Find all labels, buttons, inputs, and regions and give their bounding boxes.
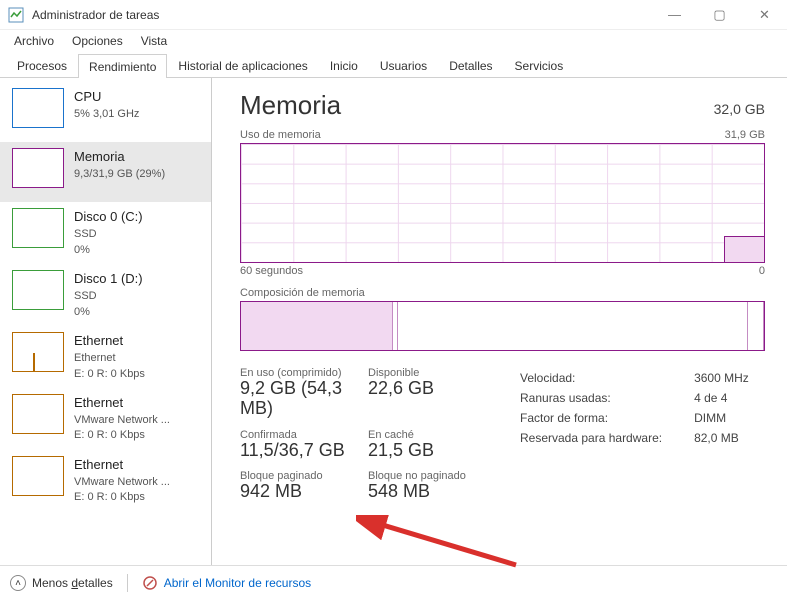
disk-thumb-icon (12, 208, 64, 248)
chart-axis-right: 0 (759, 265, 765, 277)
stat-value: 22,6 GB (368, 379, 478, 399)
resource-monitor-icon (142, 575, 158, 591)
menubar: Archivo Opciones Vista (0, 30, 787, 52)
sidebar-label: Ethernet (74, 394, 170, 412)
tab-historial[interactable]: Historial de aplicaciones (167, 53, 318, 77)
sidebar-item-ethernet2[interactable]: EthernetVMware Network ...E: 0 R: 0 Kbps (0, 450, 211, 512)
disk-thumb-icon (12, 270, 64, 310)
window-title: Administrador de tareas (32, 8, 652, 22)
sidebar-item-disk0[interactable]: Disco 0 (C:)SSD0% (0, 202, 211, 264)
ethernet-thumb-icon (12, 332, 64, 372)
tab-detalles[interactable]: Detalles (438, 53, 503, 77)
chart-axis-left: 60 segundos (240, 265, 303, 277)
sidebar-item-cpu[interactable]: CPU5% 3,01 GHz (0, 82, 211, 142)
memory-usage-chart (240, 143, 765, 263)
stats-right: Velocidad:3600 MHz Ranuras usadas:4 de 4… (518, 367, 751, 502)
footer: ˄ Menos detalles Abrir el Monitor de rec… (0, 565, 787, 600)
chart-label-left: Uso de memoria (240, 129, 321, 141)
tab-usuarios[interactable]: Usuarios (369, 53, 438, 77)
sidebar-label: CPU (74, 88, 139, 106)
stat-value: 942 MB (240, 482, 360, 502)
sidebar-label: Disco 0 (C:) (74, 208, 143, 226)
stat-label: Confirmada (240, 429, 360, 441)
tab-servicios[interactable]: Servicios (504, 53, 575, 77)
cpu-thumb-icon (12, 88, 64, 128)
memory-thumb-icon (12, 148, 64, 188)
sidebar-item-disk1[interactable]: Disco 1 (D:)SSD0% (0, 264, 211, 326)
memory-composition-chart (240, 301, 765, 351)
comp-label: Composición de memoria (240, 287, 365, 299)
sidebar-label: Ethernet (74, 332, 145, 350)
sidebar-item-ethernet0[interactable]: EthernetEthernetE: 0 R: 0 Kbps (0, 326, 211, 388)
sidebar-item-ethernet1[interactable]: EthernetVMware Network ...E: 0 R: 0 Kbps (0, 388, 211, 450)
tab-procesos[interactable]: Procesos (6, 53, 78, 77)
divider (127, 574, 128, 592)
titlebar: Administrador de tareas — ▢ ✕ (0, 0, 787, 30)
task-manager-icon (8, 7, 24, 23)
tabbar: Procesos Rendimiento Historial de aplica… (0, 52, 787, 78)
minimize-button[interactable]: — (652, 0, 697, 30)
sidebar: CPU5% 3,01 GHz Memoria9,3/31,9 GB (29%) … (0, 78, 212, 565)
stat-value: 11,5/36,7 GB (240, 441, 360, 461)
fewer-details-button[interactable]: ˄ Menos detalles (10, 575, 113, 591)
sidebar-label: Disco 1 (D:) (74, 270, 143, 288)
menu-file[interactable]: Archivo (6, 32, 62, 50)
stat-value: 9,2 GB (54,3 MB) (240, 379, 360, 419)
open-resource-monitor-link[interactable]: Abrir el Monitor de recursos (142, 575, 311, 591)
main-panel: Memoria 32,0 GB Uso de memoria 31,9 GB 6… (212, 78, 787, 565)
sidebar-label: Memoria (74, 148, 165, 166)
ethernet-thumb-icon (12, 456, 64, 496)
sidebar-label: Ethernet (74, 456, 170, 474)
close-button[interactable]: ✕ (742, 0, 787, 30)
sidebar-item-memory[interactable]: Memoria9,3/31,9 GB (29%) (0, 142, 211, 202)
stat-value: 548 MB (368, 482, 478, 502)
page-title: Memoria (240, 90, 341, 121)
tab-rendimiento[interactable]: Rendimiento (78, 54, 167, 78)
ethernet-thumb-icon (12, 394, 64, 434)
memory-total: 32,0 GB (714, 101, 765, 117)
maximize-button[interactable]: ▢ (697, 0, 742, 30)
menu-view[interactable]: Vista (133, 32, 175, 50)
chevron-up-icon: ˄ (10, 575, 26, 591)
menu-options[interactable]: Opciones (64, 32, 131, 50)
stat-value: 21,5 GB (368, 441, 478, 461)
chart-label-right: 31,9 GB (725, 129, 765, 141)
tab-inicio[interactable]: Inicio (319, 53, 369, 77)
stat-label: En caché (368, 429, 478, 441)
